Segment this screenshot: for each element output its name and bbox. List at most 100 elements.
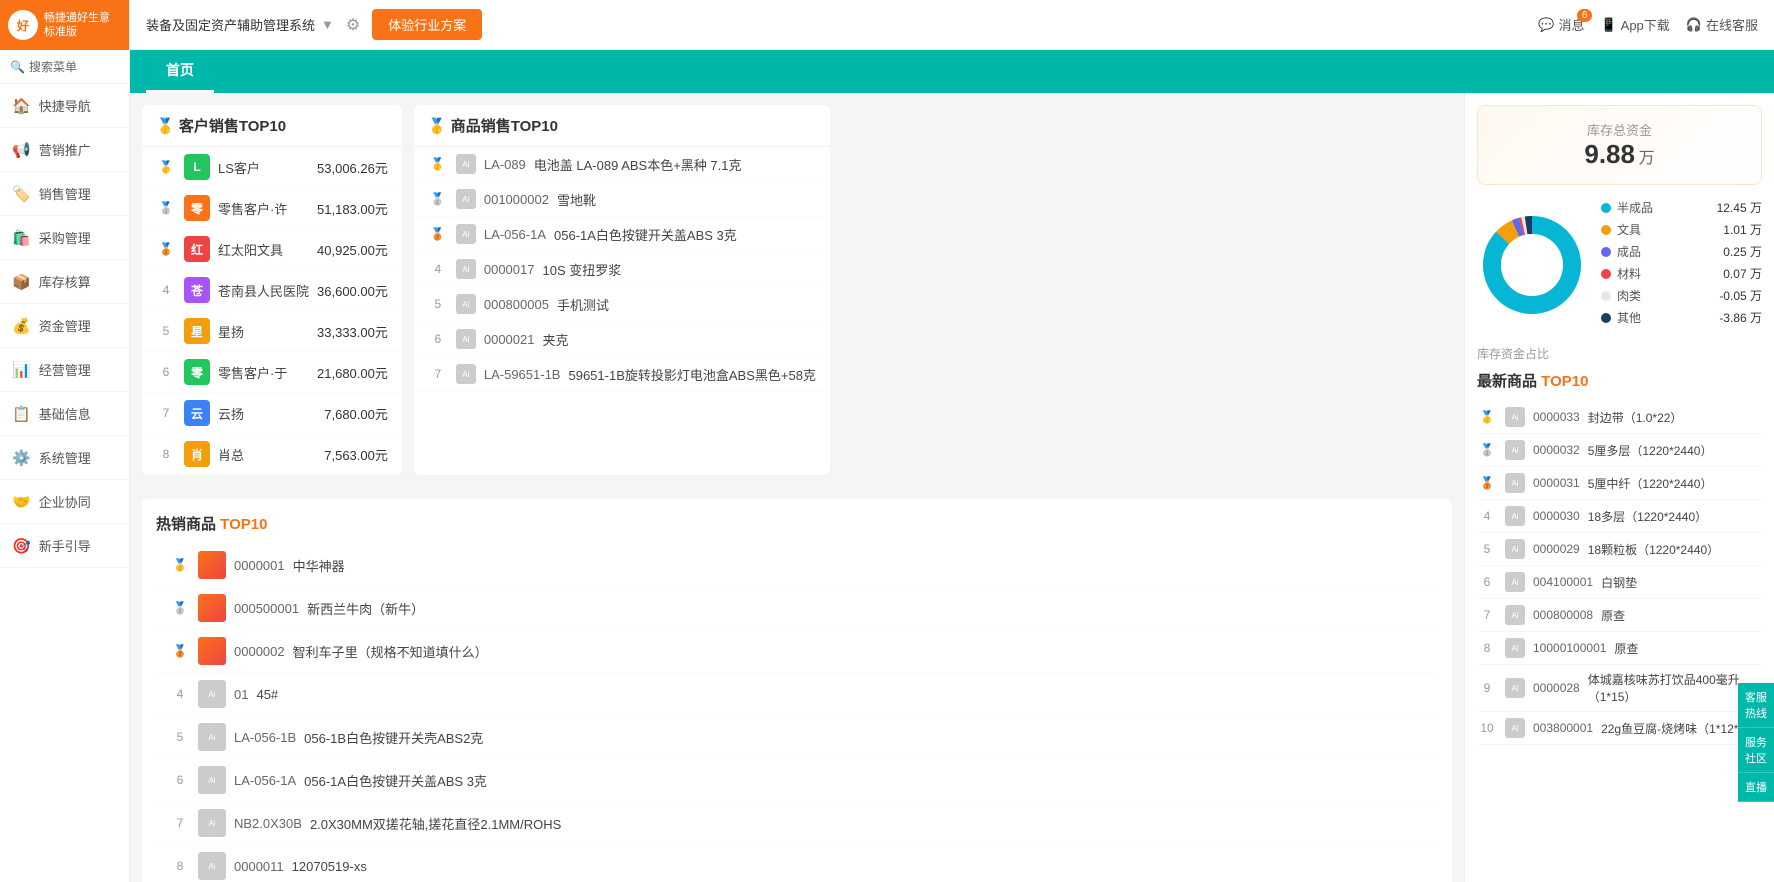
rank-value: 33,333.00元 [317, 322, 388, 341]
product-icon: Ai [456, 259, 476, 279]
logo-text: 畅捷通好生意 标准版 [44, 11, 110, 40]
hot-product-code: 01 [234, 687, 248, 702]
product-ranking-title: 🥇 商品销售TOP10 [414, 105, 830, 147]
content-middle: 🥇 客户销售TOP10 🥇LLS客户53,006.26元🥈零零售客户·许51,1… [130, 93, 1464, 882]
latest-rank-number: 🥇 [1477, 410, 1497, 424]
rank-value: 21,680.00元 [317, 363, 388, 382]
rank-name: 零售客户·许 [218, 199, 309, 218]
product-thumbnail: Ai [198, 809, 226, 837]
rank-number: 🥈 [156, 201, 176, 215]
online-service-label: 在线客服 [1706, 15, 1758, 34]
rank-number: 5 [156, 324, 176, 338]
rank-number: 5 [170, 730, 190, 744]
latest-products-section: 最新商品 TOP10 🥇Ai0000033封边带（1.0*22）🥈Ai00000… [1477, 370, 1762, 745]
sidebar-search[interactable]: 🔍 搜索菜单 [0, 50, 129, 84]
float-btn-service[interactable]: 客服热线 [1738, 683, 1774, 728]
hot-product-code: NB2.0X30B [234, 816, 302, 831]
rank-value: 51,183.00元 [317, 199, 388, 218]
latest-product-name: 5厘多层（1220*2440） [1588, 442, 1762, 459]
latest-product-row: 🥇Ai0000033封边带（1.0*22） [1477, 401, 1762, 434]
rank-number: 4 [156, 283, 176, 297]
hot-product-name: 056-1B白色按键开关壳ABS2克 [304, 728, 1424, 747]
app-download-button[interactable]: 📱 App下载 [1600, 15, 1669, 34]
rank-number: 5 [428, 297, 448, 311]
rank-number: 🥇 [428, 157, 448, 171]
sidebar-item-quick-nav[interactable]: 🏠 快捷导航 [0, 84, 129, 128]
sidebar-item-label: 采购管理 [39, 228, 91, 247]
product-name: 雪地靴 [557, 190, 816, 209]
sidebar-item-inventory[interactable]: 📦 库存核算 [0, 260, 129, 304]
content: 🥇 客户销售TOP10 🥇LLS客户53,006.26元🥈零零售客户·许51,1… [130, 93, 1774, 882]
sidebar-item-sales[interactable]: 🏷️ 销售管理 [0, 172, 129, 216]
online-service-button[interactable]: 🎧 在线客服 [1686, 15, 1758, 34]
sidebar-item-enterprise[interactable]: 🤝 企业协同 [0, 480, 129, 524]
sidebar-item-finance[interactable]: 💰 资金管理 [0, 304, 129, 348]
float-btn-community[interactable]: 服务社区 [1738, 728, 1774, 773]
latest-product-row: 8Ai10000100001原查 [1477, 632, 1762, 665]
client-rank-row: 🥈零零售客户·许51,183.00元 [142, 188, 402, 229]
rank-avatar: 云 [184, 400, 210, 426]
search-icon: 🔍 [10, 60, 25, 74]
rank-avatar: 星 [184, 318, 210, 344]
sidebar-item-system[interactable]: ⚙️ 系统管理 [0, 436, 129, 480]
product-rank-row: 4Ai000001710S 变扭罗浆 [414, 252, 830, 287]
product-ranking-panel: 🥇 商品销售TOP10 🥇AiLA-089电池盖 LA-089 ABS本色+黑种… [414, 105, 830, 475]
legend-category-value: 12.45 万 [1717, 199, 1762, 216]
guide-icon: 🎯 [12, 537, 31, 555]
hot-product-row: 7AiNB2.0X30B2.0X30MM双搓花轴,搓花直径2.1MM/ROHS [156, 802, 1438, 845]
dropdown-arrow-icon[interactable]: ▼ [321, 17, 334, 32]
system-icon: ⚙️ [12, 449, 31, 467]
rank-number: 🥈 [428, 192, 448, 206]
product-rank-row: 6Ai0000021夹克 [414, 322, 830, 357]
float-btn-live[interactable]: 直播 [1738, 773, 1774, 802]
sidebar-item-purchase[interactable]: 🛍️ 采购管理 [0, 216, 129, 260]
legend-item: 肉类-0.05 万 [1601, 287, 1762, 304]
sidebar-item-marketing[interactable]: 📢 营销推广 [0, 128, 129, 172]
latest-product-icon: Ai [1505, 506, 1525, 526]
latest-product-row: 7Ai000800008原查 [1477, 599, 1762, 632]
hot-product-name: 056-1A白色按键开关盖ABS 3克 [304, 771, 1424, 790]
sidebar-item-operation[interactable]: 📊 经营管理 [0, 348, 129, 392]
rank-name: 苍南县人民医院 [218, 281, 309, 300]
product-thumbnail [198, 637, 226, 665]
product-code: LA-089 [484, 157, 526, 172]
rank-number: 6 [170, 773, 190, 787]
latest-rank-number: 6 [1477, 575, 1497, 589]
product-code: 0000021 [484, 332, 535, 347]
rank-value: 53,006.26元 [317, 158, 388, 177]
client-rank-row: 5星星扬33,333.00元 [142, 311, 402, 352]
hot-product-name: 2.0X30MM双搓花轴,搓花直径2.1MM/ROHS [310, 814, 1424, 833]
nav-tabs: 首页 [130, 50, 1774, 93]
rank-name: 肖总 [218, 445, 316, 464]
product-placeholder-icon: Ai [198, 852, 226, 880]
latest-product-icon: Ai [1505, 678, 1525, 698]
inventory-total-card: 库存总资金 9.88 万 [1477, 105, 1762, 185]
product-thumbnail [198, 594, 226, 622]
legend-dot [1601, 247, 1611, 257]
trial-button[interactable]: 体验行业方案 [372, 9, 482, 40]
product-placeholder-icon: Ai [198, 680, 226, 708]
purchase-icon: 🛍️ [12, 229, 31, 247]
hot-product-code: 0000001 [234, 558, 285, 573]
sidebar-item-label: 资金管理 [39, 316, 91, 335]
latest-rank-number: 4 [1477, 509, 1497, 523]
rank-number: 4 [170, 687, 190, 701]
latest-product-icon: Ai [1505, 718, 1525, 738]
content-right: 库存总资金 9.88 万 [1464, 93, 1774, 882]
gear-icon[interactable]: ⚙ [346, 15, 360, 35]
donut-chart [1477, 210, 1587, 320]
legend-category-value: 1.01 万 [1723, 221, 1762, 238]
rank-name: LS客户 [218, 158, 309, 177]
client-ranking-rows: 🥇LLS客户53,006.26元🥈零零售客户·许51,183.00元🥉红红太阳文… [142, 147, 402, 475]
sidebar-item-base-info[interactable]: 📋 基础信息 [0, 392, 129, 436]
rank-avatar: 红 [184, 236, 210, 262]
product-placeholder-icon: Ai [198, 766, 226, 794]
hot-product-row: 4Ai0145# [156, 673, 1438, 716]
rank-number: 🥉 [428, 227, 448, 241]
tab-home[interactable]: 首页 [146, 50, 214, 93]
product-code: LA-056-1A [484, 227, 546, 242]
latest-product-row: 🥉Ai00000315厘中纤（1220*2440） [1477, 467, 1762, 500]
latest-product-name: 封边带（1.0*22） [1588, 409, 1762, 426]
messages-button[interactable]: 💬 消息 6 [1538, 15, 1584, 34]
sidebar-item-guide[interactable]: 🎯 新手引导 [0, 524, 129, 568]
